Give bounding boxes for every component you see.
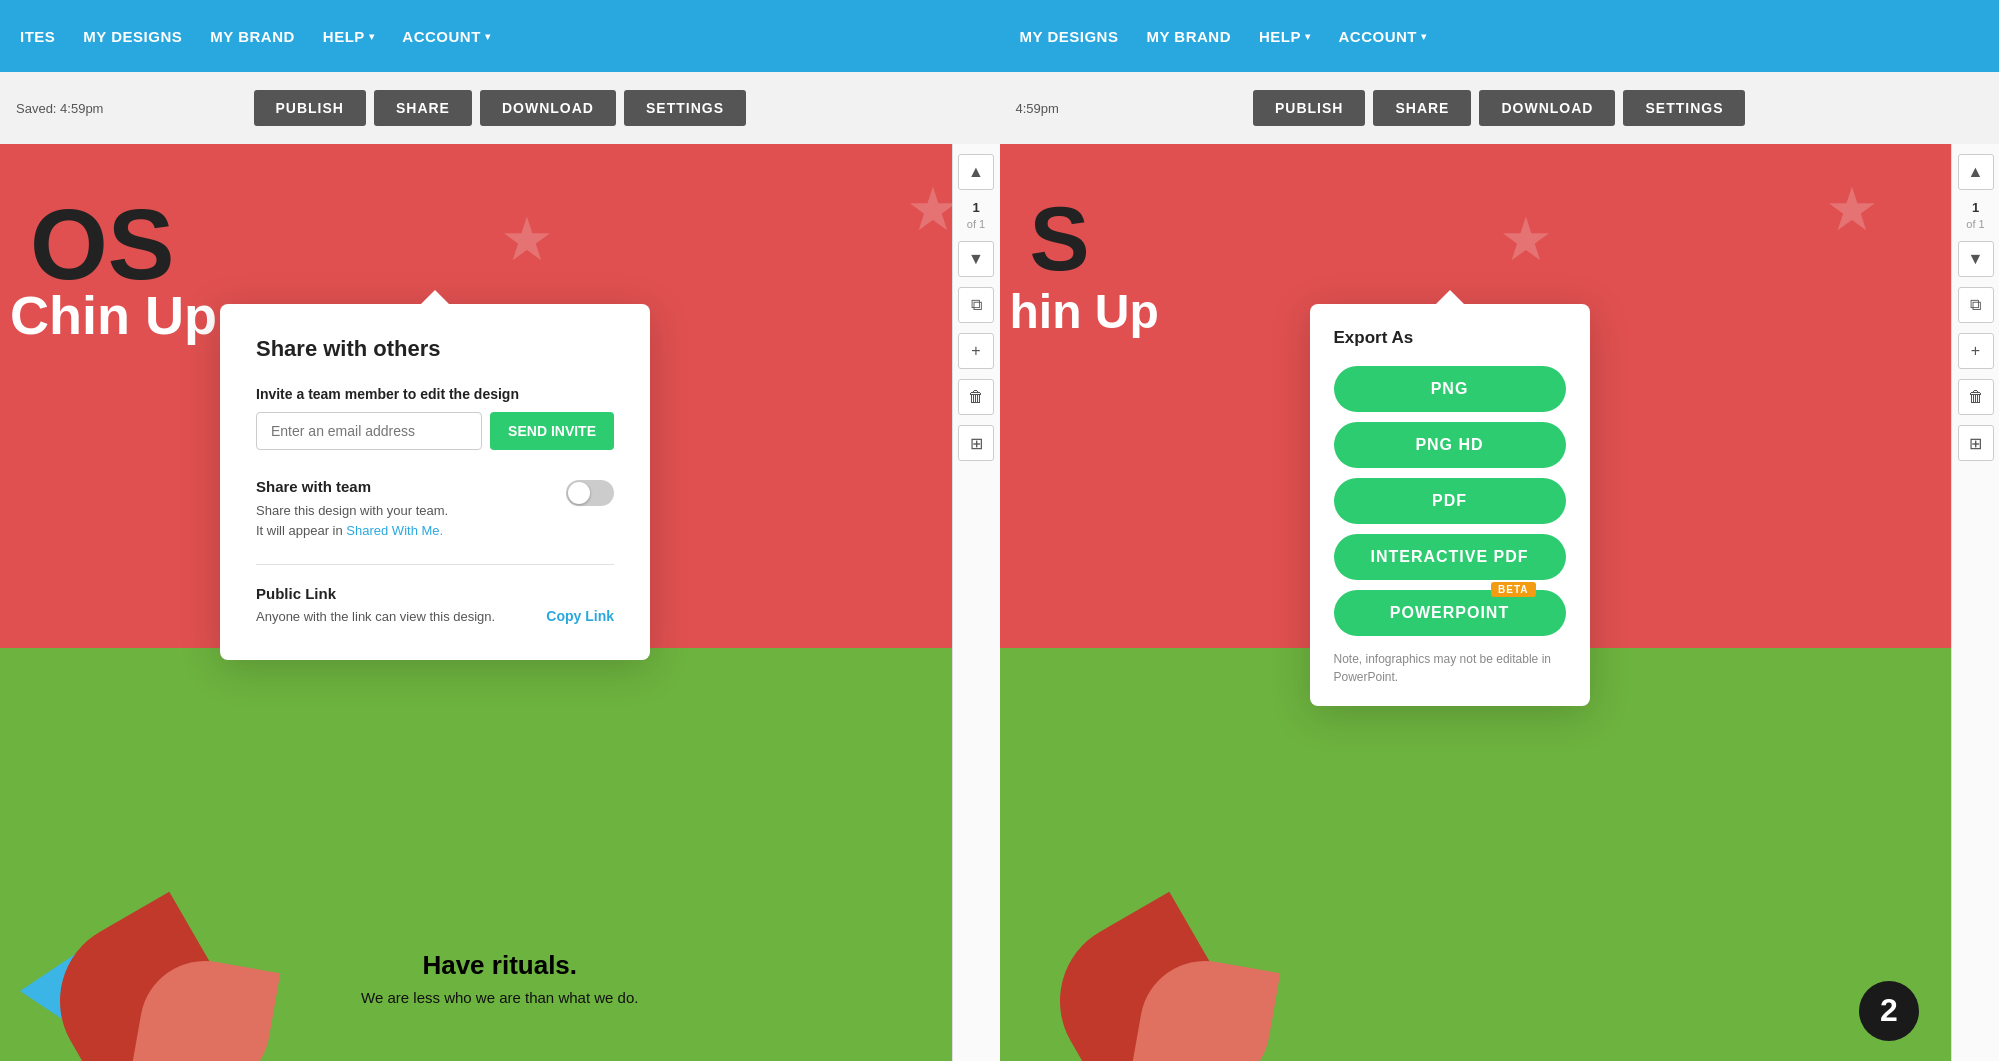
right-grid-view-button[interactable]: ⊞ [1958,425,1994,461]
right-nav-account[interactable]: ACCOUNT ▾ [1339,28,1427,45]
share-team-toggle-wrap [566,480,614,506]
right-settings-button[interactable]: SETTINGS [1623,90,1745,126]
right-help-caret-icon: ▾ [1305,31,1311,42]
public-link-row: Anyone with the link can view this desig… [256,608,614,624]
right-nav-bar: MY DESIGNS MY BRAND HELP ▾ ACCOUNT ▾ [1000,0,2000,72]
right-nav-help[interactable]: HELP ▾ [1259,28,1311,45]
delete-page-button[interactable]: 🗑 [958,379,994,415]
dialog-divider [256,564,614,565]
right-account-caret-icon: ▾ [1421,31,1427,42]
invite-label: Invite a team member to edit the design [256,386,614,402]
copy-page-button[interactable]: ⧉ [958,287,994,323]
scroll-down-button[interactable]: ▼ [958,241,994,277]
export-png-hd-button[interactable]: PNG HD [1334,422,1566,468]
left-toolbar: Saved: 4:59pm PUBLISH SHARE DOWNLOAD SET… [0,72,1000,144]
right-scroll-up-button[interactable]: ▲ [1958,154,1994,190]
public-link-desc: Anyone with the link can view this desig… [256,609,495,624]
toggle-thumb [568,482,590,504]
right-canvas: ★ ★ S hin Up 2 ▲ 1 of 1 ▼ ⧉ + 🗑 ⊞ [1000,144,2000,1061]
help-caret-icon: ▾ [369,31,375,42]
right-design-text-s: S [1030,194,1090,284]
grid-view-button[interactable]: ⊞ [958,425,994,461]
share-team-row: Share with team Share this design with y… [256,478,614,540]
we-are-less-text: We are less who we are than what we do. [0,989,1000,1006]
download-button[interactable]: DOWNLOAD [480,90,616,126]
export-pdf-button[interactable]: PDF [1334,478,1566,524]
page-indicator: ▲ 1 of 1 [967,200,985,231]
left-canvas: ★ ★ OS Chin Up Have rituals. We are less… [0,144,1000,1061]
right-star-deco-1: ★ [1825,174,1879,244]
export-interactive-pdf-button[interactable]: INTERACTIVE PDF [1334,534,1566,580]
share-button[interactable]: SHARE [374,90,472,126]
nav-account[interactable]: ACCOUNT ▾ [402,28,490,45]
right-page-indicator: 1 of 1 [1966,200,1984,231]
right-copy-page-button[interactable]: ⧉ [1958,287,1994,323]
share-team-toggle[interactable] [566,480,614,506]
share-team-label: Share with team [256,478,448,495]
nav-help[interactable]: HELP ▾ [323,28,375,45]
right-side-controls: ▲ 1 of 1 ▼ ⧉ + 🗑 ⊞ [1951,144,1999,1061]
number-circle: 2 [1859,981,1919,1041]
right-download-button[interactable]: DOWNLOAD [1479,90,1615,126]
dialog-arrow [421,290,449,304]
have-rituals-text: Have rituals. [0,950,1000,981]
public-link-title: Public Link [256,585,614,602]
export-dialog: Export As PNG PNG HD PDF INTERACTIVE PDF… [1310,304,1590,706]
add-page-button[interactable]: + [958,333,994,369]
copy-link-button[interactable]: Copy Link [546,608,614,624]
right-design-green: 2 [1000,648,2000,1061]
left-nav-bar: ITES MY DESIGNS MY BRAND HELP ▾ ACCOUNT … [0,0,1000,72]
right-nav-my-brand[interactable]: MY BRAND [1146,28,1231,45]
saved-label: Saved: 4:59pm [16,101,103,116]
right-nav-my-designs[interactable]: MY DESIGNS [1020,28,1119,45]
right-publish-button[interactable]: PUBLISH [1253,90,1365,126]
account-caret-icon: ▾ [485,31,491,42]
star-deco-2: ★ [500,204,554,274]
right-scroll-down-button[interactable]: ▼ [1958,241,1994,277]
invite-row: SEND INVITE [256,412,614,450]
scroll-up-button[interactable]: ▲ [958,154,994,190]
right-saved-label: 4:59pm [1016,101,1059,116]
nav-my-brand[interactable]: MY BRAND [210,28,295,45]
left-panel: ITES MY DESIGNS MY BRAND HELP ▾ ACCOUNT … [0,0,1000,1061]
send-invite-button[interactable]: SEND INVITE [490,412,614,450]
share-dialog-title: Share with others [256,336,614,362]
right-delete-page-button[interactable]: 🗑 [1958,379,1994,415]
right-design-text-hinup: hin Up [1010,284,1159,339]
design-text-os: OS [30,194,174,294]
share-dialog: Share with others Invite a team member t… [220,304,650,660]
design-text-chinup: Chin Up [10,284,217,346]
design-green-section: Have rituals. We are less who we are tha… [0,648,1000,1061]
export-png-button[interactable]: PNG [1334,366,1566,412]
right-panel: MY DESIGNS MY BRAND HELP ▾ ACCOUNT ▾ 4:5… [1000,0,2000,1061]
right-share-button[interactable]: SHARE [1373,90,1471,126]
nav-ites[interactable]: ITES [20,28,55,45]
right-toolbar: 4:59pm PUBLISH SHARE DOWNLOAD SETTINGS [1000,72,2000,144]
export-powerpoint-button[interactable]: POWERPOINTBETA [1334,590,1566,636]
right-star-deco-2: ★ [1499,204,1553,274]
nav-my-designs[interactable]: MY DESIGNS [83,28,182,45]
email-input[interactable] [256,412,482,450]
export-title: Export As [1334,328,1566,348]
beta-badge: BETA [1491,582,1535,597]
share-team-desc: Share this design with your team. It wil… [256,501,448,540]
export-note: Note, infographics may not be editable i… [1334,650,1566,686]
settings-button[interactable]: SETTINGS [624,90,746,126]
left-side-controls: ▲ ▲ 1 of 1 ▼ ⧉ + 🗑 ⊞ [952,144,1000,1061]
share-team-info: Share with team Share this design with y… [256,478,448,540]
export-dialog-arrow [1436,290,1464,304]
shared-with-me-link[interactable]: Shared With Me. [346,523,443,538]
right-add-page-button[interactable]: + [1958,333,1994,369]
publish-button[interactable]: PUBLISH [254,90,366,126]
